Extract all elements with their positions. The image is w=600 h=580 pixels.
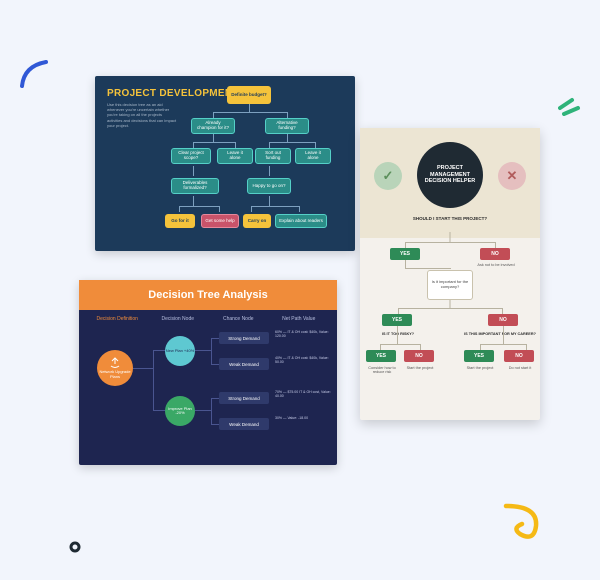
accent-dot xyxy=(68,540,82,554)
cardC-sub-no3: Do not start it xyxy=(500,366,540,370)
cardC-sub-yes3: Start the project xyxy=(460,366,500,370)
cardC-sub-yes2: Consider how to reduce risk xyxy=(362,366,402,374)
cardB-root-label: Network Upgrade Plans xyxy=(97,370,133,379)
cardB-col-1: Decision Node xyxy=(148,316,209,322)
cardB-title: Decision Tree Analysis xyxy=(79,280,337,310)
cross-icon: ✕ xyxy=(498,162,526,190)
cardC-q1: SHOULD I START THIS PROJECT? xyxy=(360,216,540,221)
accent-swirl xyxy=(498,498,548,548)
cardC-q3: IS THIS IMPORTANT FOR MY CAREER? xyxy=(464,332,536,336)
cardC-title: PROJECT MANAGEMENT DECISION HELPER xyxy=(417,142,483,208)
cardB-col-0: Decision Definition xyxy=(87,316,148,322)
cardA-n6: Leave it alone xyxy=(295,148,331,164)
cardC-r3l-yes: YES xyxy=(366,350,396,362)
cardC-r1-no: NO xyxy=(480,248,510,260)
template-pm-decision-helper[interactable]: ✓ PROJECT MANAGEMENT DECISION HELPER ✕ S… xyxy=(360,128,540,420)
template-decision-tree-analysis[interactable]: Decision Tree Analysis Decision Definiti… xyxy=(79,280,337,465)
cardB-bar-3: Weak Demand xyxy=(219,418,269,430)
cardB-branch-0: New Plan +40% xyxy=(165,336,195,366)
cardA-blurb: Use this decision tree as an aid wheneve… xyxy=(107,102,177,128)
cardC-r3r-no: NO xyxy=(504,350,534,362)
accent-lines xyxy=(558,88,586,116)
cardB-branch-1: Improve Plan -20% xyxy=(165,396,195,426)
cardC-mid: Is it important for the company? xyxy=(427,270,473,300)
cardA-n3: Clear project scope? xyxy=(171,148,211,164)
cardA-n8: Happy to go on? xyxy=(247,178,291,194)
cardB-columns: Decision Definition Decision Node Chance… xyxy=(79,310,337,326)
cardB-root: Network Upgrade Plans xyxy=(97,350,133,386)
cardB-bar-0: Strong Demand xyxy=(219,332,269,344)
cardC-r3r-yes: YES xyxy=(464,350,494,362)
cardA-n7: Deliverables formalized? xyxy=(171,178,219,194)
cardB-val-3: 30% — Value: -18.00 xyxy=(275,417,331,421)
cardA-n2: Alternative funding? xyxy=(265,118,309,134)
cardB-val-2: 70% — $75.00 IT & OH cost, Value: 40.00 xyxy=(275,391,331,399)
cardA-n12: Explain about readers xyxy=(275,214,327,228)
cardA-n10: Get some help xyxy=(201,214,239,228)
cardA-root: Definite budget? xyxy=(227,86,271,104)
template-project-development[interactable]: PROJECT DEVELOPMENT Use this decision tr… xyxy=(95,76,355,251)
cardB-body: Network Upgrade Plans New Plan +40% Impr… xyxy=(79,326,337,466)
cardC-r3l-no: NO xyxy=(404,350,434,362)
cardC-r2-yes: YES xyxy=(382,314,412,326)
cardA-flowchart: Definite budget? Already champion for it… xyxy=(185,86,347,241)
cardC-r2-no: NO xyxy=(488,314,518,326)
cardC-sub-no2: Start the project xyxy=(400,366,440,370)
cardB-col-2: Chance Node xyxy=(208,316,269,322)
cardB-bar-1: Weak Demand xyxy=(219,358,269,370)
cardB-bar-2: Strong Demand xyxy=(219,392,269,404)
cardB-val-1: 40% — IT & OH cost: $40k, Value: 50.00 xyxy=(275,357,331,365)
cardA-n5: Sort out funding xyxy=(255,148,291,164)
cardC-flow: YES NO Ask not to be involved Is it impo… xyxy=(360,238,540,420)
cardA-n9: Go for it xyxy=(165,214,195,228)
accent-arc xyxy=(16,56,50,90)
cardA-n4: Leave it alone xyxy=(217,148,253,164)
cardB-val-0: 60% — IT & OH cost: $40k, Value: 120.00 xyxy=(275,331,331,339)
cardA-n11: Carry on xyxy=(243,214,271,228)
check-icon: ✓ xyxy=(374,162,402,190)
cardC-q2: IS IT TOO RISKY? xyxy=(374,332,422,336)
cardA-n1: Already champion for it? xyxy=(191,118,235,134)
cardB-col-3: Net Path Value xyxy=(269,316,330,322)
cardC-sub-no1: Ask not to be involved xyxy=(476,263,516,267)
cardC-header: ✓ PROJECT MANAGEMENT DECISION HELPER ✕ S… xyxy=(360,128,540,238)
cardC-r1-yes: YES xyxy=(390,248,420,260)
